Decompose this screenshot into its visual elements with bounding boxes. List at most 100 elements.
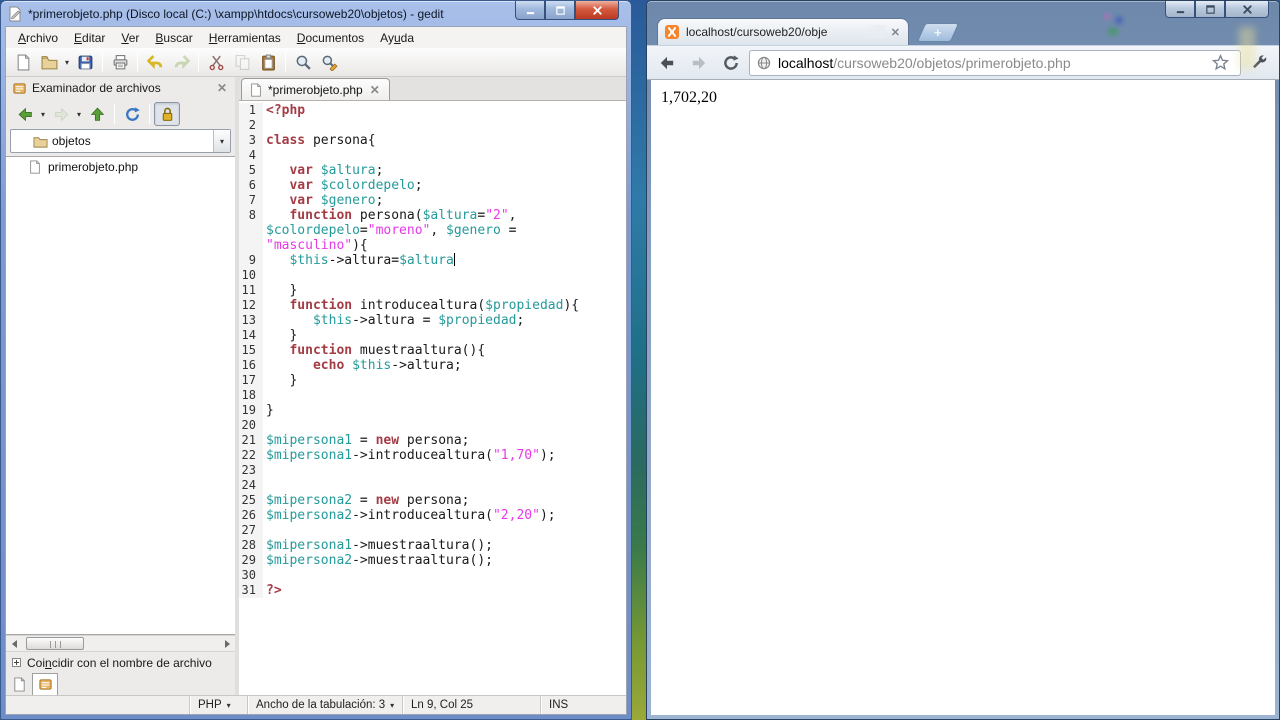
match-filename-row[interactable]: Coincidir con el nombre de archivo — [6, 651, 235, 673]
menu-ver[interactable]: Ver — [113, 29, 147, 47]
code-line[interactable]: 11 } — [239, 283, 626, 298]
code-line[interactable]: 4 — [239, 148, 626, 163]
file-list-item[interactable]: primerobjeto.php — [6, 157, 235, 176]
up-icon[interactable] — [84, 102, 110, 126]
new-doc-icon[interactable] — [10, 50, 36, 74]
code-line[interactable]: 22 $mipersona1->introducealtura("1,70"); — [239, 448, 626, 463]
browser-tab[interactable]: localhost/cursoweb20/obje ✕ — [657, 18, 909, 45]
tab-close-icon[interactable]: ✕ — [368, 83, 382, 97]
back-icon[interactable] — [12, 102, 38, 126]
code-line[interactable]: $colordepelo="moreno", $genero = — [239, 223, 626, 238]
code-line[interactable]: 30 — [239, 568, 626, 583]
maximize-button[interactable] — [545, 1, 575, 20]
horizontal-scrollbar[interactable] — [6, 635, 235, 651]
dropdown-arrow-icon[interactable]: ▾ — [213, 130, 230, 152]
code-line[interactable]: 2 — [239, 118, 626, 133]
paste-icon[interactable] — [255, 50, 281, 74]
location-dropdown[interactable]: objetos ▾ — [10, 129, 231, 153]
code-line[interactable]: 9 $this->altura=$altura — [239, 253, 626, 268]
code-line[interactable]: 13 $this->altura = $propiedad; — [239, 313, 626, 328]
code-line[interactable]: 16 echo $this->altura; — [239, 358, 626, 373]
scroll-right-arrow[interactable] — [221, 638, 233, 650]
code-line[interactable]: 23 — [239, 463, 626, 478]
code-editor[interactable]: 1 <?php 2 3 class persona{4 5 var $altura; 6 v… — [239, 101, 626, 695]
print-icon[interactable] — [107, 50, 133, 74]
code-line[interactable]: "masculino"){ — [239, 238, 626, 253]
line-number: 29 — [239, 553, 263, 568]
forward-button[interactable] — [685, 50, 713, 76]
code-line[interactable]: 3 class persona{ — [239, 133, 626, 148]
menu-herramientas[interactable]: Herramientas — [201, 29, 289, 47]
back-icon — [658, 54, 676, 72]
blurred-desktop-icon — [1095, 5, 1135, 43]
code-line[interactable]: 20 — [239, 418, 626, 433]
code-line[interactable]: 28 $mipersona1->muestraaltura(); — [239, 538, 626, 553]
line-number: 12 — [239, 298, 263, 313]
code-line[interactable]: 25 $mipersona2 = new persona; — [239, 493, 626, 508]
code-line[interactable]: 14 } — [239, 328, 626, 343]
close-button[interactable] — [1225, 1, 1269, 18]
tab-width-dropdown[interactable]: Ancho de la tabulación: 3 ▾ — [247, 696, 402, 714]
code-line[interactable]: 24 — [239, 478, 626, 493]
tab-close-icon[interactable]: ✕ — [889, 26, 902, 39]
line-number: 5 — [239, 163, 263, 178]
dropdown-arrow-icon[interactable]: ▾ — [62, 58, 72, 67]
line-number: 19 — [239, 403, 263, 418]
file-browser-panel-tab[interactable] — [32, 673, 58, 695]
menu-ayuda[interactable]: Ayuda — [372, 29, 422, 47]
code-line[interactable]: 29 $mipersona2->muestraaltura(); — [239, 553, 626, 568]
code-line[interactable]: 19} — [239, 403, 626, 418]
documents-panel-tab[interactable] — [6, 673, 32, 695]
code-text: $mipersona2 = new persona; — [266, 493, 470, 508]
find-replace-icon[interactable] — [316, 50, 342, 74]
menu-documentos[interactable]: Documentos — [289, 29, 372, 47]
code-line[interactable]: 12 function introducealtura($propiedad){ — [239, 298, 626, 313]
scroll-left-arrow[interactable] — [8, 638, 20, 650]
code-line[interactable]: 15 function muestraaltura(){ — [239, 343, 626, 358]
redo-icon[interactable] — [168, 50, 194, 74]
code-line[interactable]: 6 var $colordepelo; — [239, 178, 626, 193]
back-button[interactable] — [653, 50, 681, 76]
minimize-button[interactable] — [515, 1, 545, 20]
gedit-titlebar[interactable]: *primerobjeto.php (Disco local (C:) \xam… — [1, 1, 631, 26]
menu-editar[interactable]: Editar — [66, 29, 113, 47]
code-line[interactable]: 10 — [239, 268, 626, 283]
code-line[interactable]: 18 — [239, 388, 626, 403]
editor-tab[interactable]: *primerobjeto.php ✕ — [241, 78, 390, 100]
code-line[interactable]: 21 $mipersona1 = new persona; — [239, 433, 626, 448]
minimize-button[interactable] — [1165, 1, 1195, 18]
refresh-icon[interactable] — [119, 102, 145, 126]
bookmark-star-button[interactable] — [1212, 52, 1234, 74]
language-dropdown[interactable]: PHP ▾ — [189, 696, 247, 714]
undo-icon[interactable] — [142, 50, 168, 74]
close-button[interactable] — [575, 1, 619, 20]
menu-archivo[interactable]: Archivo — [10, 29, 66, 47]
code-line[interactable]: 5 var $altura; — [239, 163, 626, 178]
code-line[interactable]: 26 $mipersona2->introducealtura("2,20"); — [239, 508, 626, 523]
editor-tabbar: *primerobjeto.php ✕ — [239, 77, 626, 101]
find-icon[interactable] — [290, 50, 316, 74]
forward-icon[interactable] — [48, 102, 74, 126]
expander-icon[interactable] — [12, 658, 21, 667]
code-line[interactable]: 8 function persona($altura="2", — [239, 208, 626, 223]
code-line[interactable]: 17 } — [239, 373, 626, 388]
reload-button[interactable] — [717, 50, 745, 76]
menu-buscar[interactable]: Buscar — [147, 29, 200, 47]
copy-icon[interactable] — [229, 50, 255, 74]
cut-icon[interactable] — [203, 50, 229, 74]
panel-close-icon[interactable]: ✕ — [215, 81, 229, 95]
scrollbar-thumb[interactable] — [26, 637, 84, 650]
address-bar[interactable]: localhost/cursoweb20/objetos/primerobjet… — [749, 49, 1241, 76]
bookmark-lock-icon[interactable] — [154, 102, 181, 126]
open-folder-icon[interactable] — [36, 50, 62, 74]
dropdown-arrow-icon[interactable]: ▾ — [38, 110, 48, 119]
code-line[interactable]: 27 — [239, 523, 626, 538]
dropdown-arrow-icon[interactable]: ▾ — [74, 110, 84, 119]
code-line[interactable]: 1 <?php — [239, 103, 626, 118]
save-icon[interactable] — [72, 50, 98, 74]
code-line[interactable]: 7 var $genero; — [239, 193, 626, 208]
code-line[interactable]: 31 ?> — [239, 583, 626, 598]
new-tab-button[interactable]: + — [916, 23, 960, 42]
maximize-button[interactable] — [1195, 1, 1225, 18]
url-text[interactable]: localhost/cursoweb20/objetos/primerobjet… — [778, 55, 1212, 71]
